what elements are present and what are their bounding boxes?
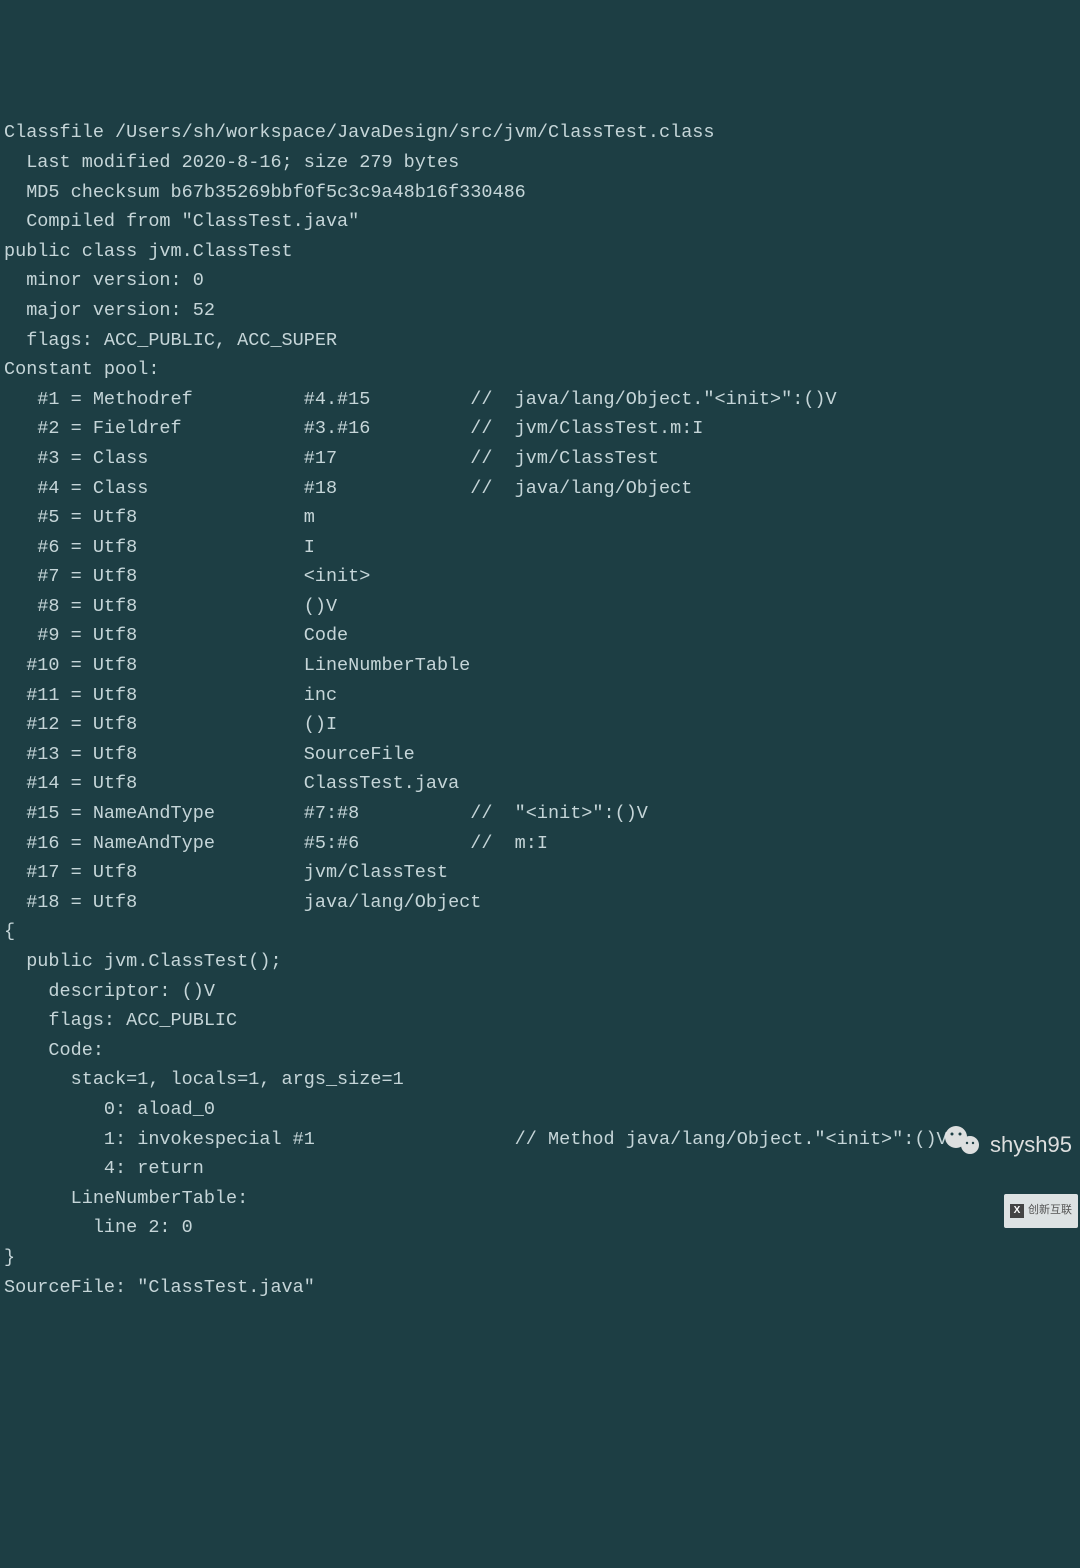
corner-icon: X bbox=[1010, 1204, 1024, 1218]
corner-watermark: X 创新互联 bbox=[1004, 1194, 1078, 1228]
wechat-icon bbox=[918, 1091, 982, 1198]
corner-text: 创新互联 bbox=[1028, 1196, 1072, 1226]
wechat-watermark: shysh95 bbox=[918, 1091, 1072, 1198]
wechat-handle: shysh95 bbox=[990, 1130, 1072, 1160]
